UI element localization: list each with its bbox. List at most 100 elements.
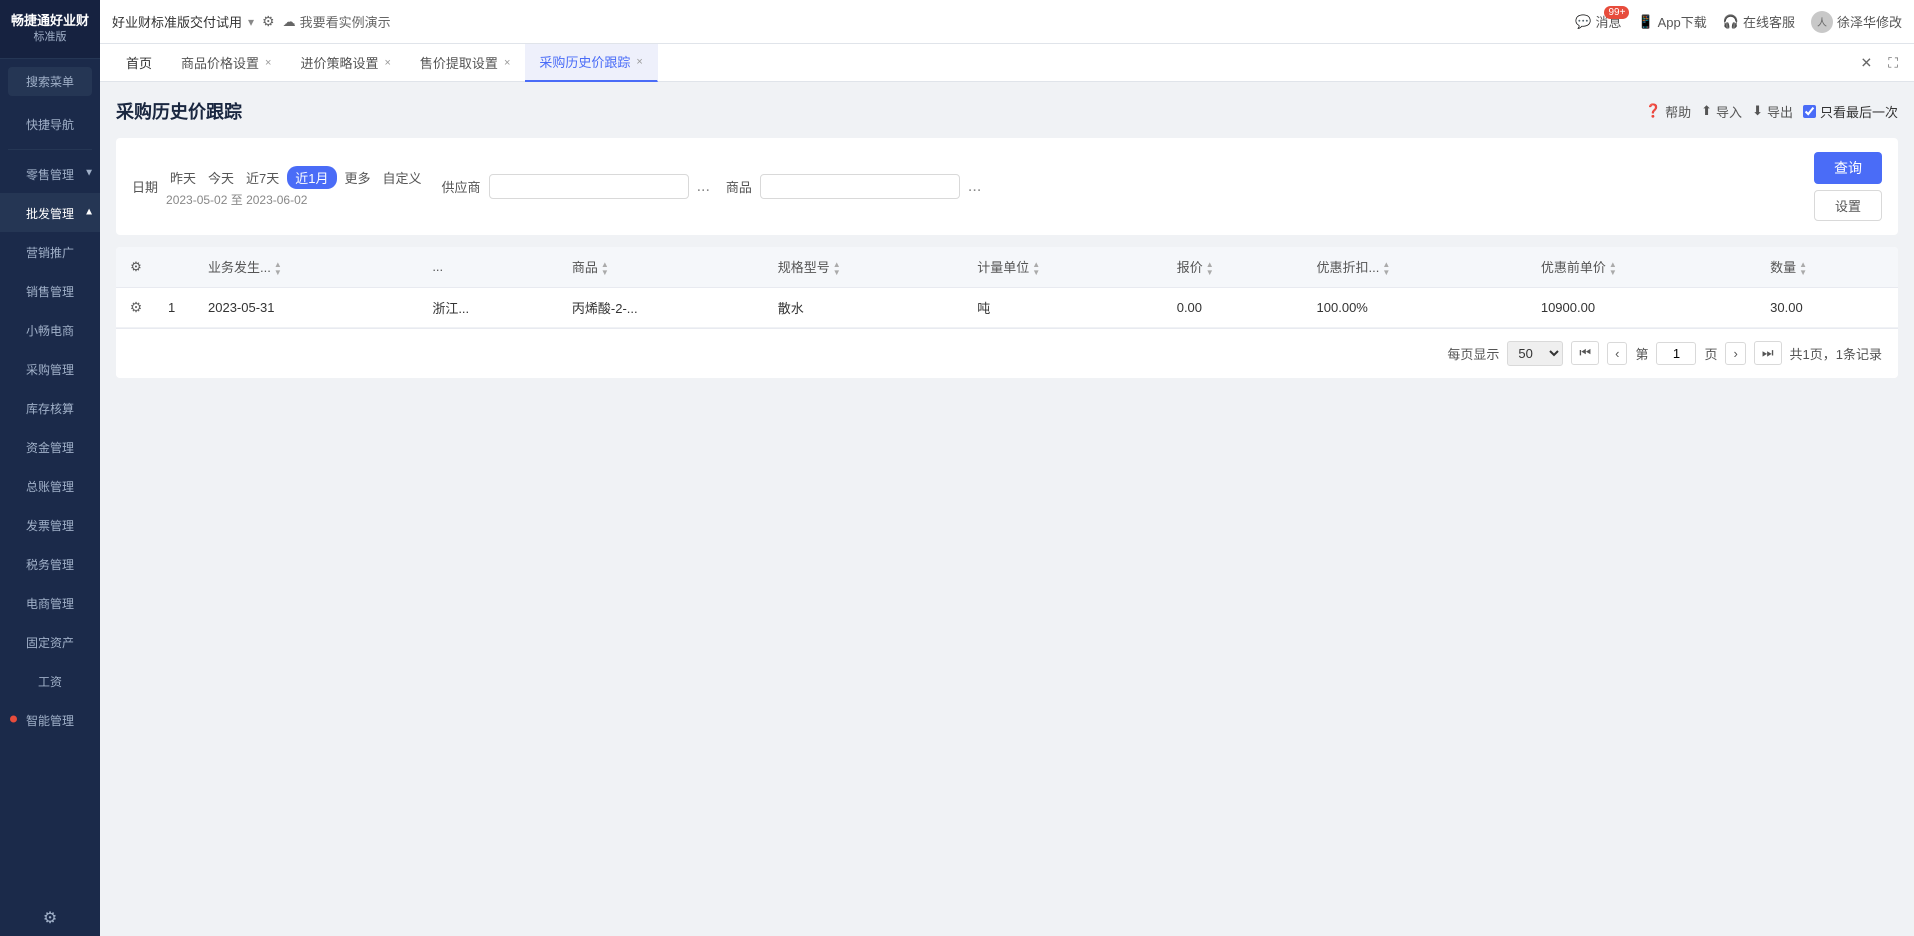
sidebar-item-1[interactable]: 批发管理▲	[0, 193, 100, 232]
tab-2[interactable]: 进价策略设置×	[286, 44, 405, 82]
date-option[interactable]: 近7天	[242, 166, 283, 189]
username-label: 徐泽华修改	[1837, 12, 1902, 31]
sidebar-item-6[interactable]: 库存核算	[0, 388, 100, 427]
first-page-button[interactable]: ⏮	[1571, 341, 1599, 365]
tab-close-button[interactable]: ×	[504, 57, 510, 69]
sidebar-item-label: 发票管理	[26, 517, 74, 534]
sidebar-item-label: 库存核算	[26, 400, 74, 417]
cell-col3: 浙江...	[420, 287, 560, 327]
app-download-button[interactable]: 📱 App下载	[1637, 12, 1706, 31]
help-icon: ❓	[1645, 103, 1661, 119]
data-table-container: ⚙业务发生...▲▼...商品▲▼规格型号▲▼计量单位▲▼报价▲▼优惠折扣...…	[116, 247, 1898, 378]
supplier-dots[interactable]: ...	[697, 178, 710, 196]
sidebar-item-9[interactable]: 发票管理	[0, 505, 100, 544]
sidebar-item-label: 总账管理	[26, 478, 74, 495]
avatar: 人	[1811, 11, 1833, 33]
date-option[interactable]: 自定义	[379, 166, 426, 189]
table-header-goods[interactable]: 商品▲▼	[560, 247, 766, 287]
import-icon: ⬆	[1701, 103, 1712, 119]
message-badge: 99+	[1604, 6, 1629, 19]
table-header-quote[interactable]: 报价▲▼	[1165, 247, 1305, 287]
table-header-date[interactable]: 业务发生...▲▼	[196, 247, 420, 287]
tab-0[interactable]: 首页	[112, 44, 167, 82]
goods-input[interactable]	[760, 174, 960, 199]
sidebar-item-label: 零售管理	[26, 166, 74, 183]
sidebar-item-3[interactable]: 销售管理	[0, 271, 100, 310]
online-service-button[interactable]: 🎧 在线客服	[1723, 12, 1795, 31]
tab-1[interactable]: 商品价格设置×	[167, 44, 286, 82]
table-header-qty[interactable]: 数量▲▼	[1758, 247, 1898, 287]
table-header-pre_price[interactable]: 优惠前单价▲▼	[1529, 247, 1758, 287]
sidebar-item-label: 税务管理	[26, 556, 74, 573]
tab-label: 采购历史价跟踪	[539, 52, 630, 71]
date-range-display: 2023-05-02 至 2023-06-02	[166, 191, 426, 208]
topbar-gear-icon[interactable]: ⚙	[262, 13, 275, 30]
message-button[interactable]: 💬 消息 99+	[1575, 12, 1621, 31]
table-header-spec[interactable]: 规格型号▲▼	[766, 247, 965, 287]
table-header-discount[interactable]: 优惠折扣...▲▼	[1305, 247, 1529, 287]
help-button[interactable]: ❓ 帮助	[1645, 102, 1691, 121]
prev-page-button[interactable]: ‹	[1607, 342, 1627, 365]
demo-label: 我要看实例演示	[300, 12, 391, 31]
sidebar-item-2[interactable]: 营销推广	[0, 232, 100, 271]
sidebar-item-13[interactable]: 工资	[0, 661, 100, 700]
date-option[interactable]: 昨天	[166, 166, 200, 189]
date-option[interactable]: 近1月	[287, 166, 336, 189]
sidebar-item-11[interactable]: 电商管理	[0, 583, 100, 622]
per-page-select[interactable]: 50 100 200	[1507, 341, 1563, 366]
app-logo: 畅捷通好业财 标准版	[0, 0, 100, 59]
sidebar-item-10[interactable]: 税务管理	[0, 544, 100, 583]
page-number-input[interactable]	[1656, 342, 1696, 365]
cell-gear[interactable]: ⚙	[116, 287, 156, 327]
sidebar-item-14[interactable]: 智能管理	[0, 700, 100, 739]
query-button[interactable]: 查询	[1814, 152, 1882, 184]
cloud-icon: ☁	[283, 14, 296, 30]
supplier-input[interactable]	[489, 174, 689, 199]
tabs-controls: ✕ ⛶	[1856, 52, 1902, 73]
next-page-button[interactable]: ›	[1725, 342, 1745, 365]
sidebar-item-0[interactable]: 零售管理 ▼	[0, 154, 100, 193]
search-menu-button[interactable]: 搜索菜单	[8, 67, 92, 96]
goods-dots[interactable]: ...	[968, 178, 981, 196]
sidebar-item-5[interactable]: 采购管理	[0, 349, 100, 388]
supplier-filter-group: 供应商 ...	[442, 174, 710, 199]
only-last-checkbox[interactable]	[1803, 105, 1816, 118]
tab-3[interactable]: 售价提取设置×	[406, 44, 525, 82]
page-label: 第	[1635, 344, 1648, 363]
sidebar-item-8[interactable]: 总账管理	[0, 466, 100, 505]
filter-settings-button[interactable]: 设置	[1814, 190, 1882, 221]
date-option[interactable]: 更多	[341, 166, 375, 189]
date-option[interactable]: 今天	[204, 166, 238, 189]
export-label: 导出	[1767, 102, 1793, 121]
goods-label: 商品	[726, 177, 752, 196]
close-tab-button[interactable]: ✕	[1856, 52, 1876, 73]
cell-unit: 吨	[965, 287, 1164, 327]
export-button[interactable]: ⬇ 导出	[1752, 102, 1793, 121]
tab-close-button[interactable]: ×	[384, 57, 390, 69]
edition-selector[interactable]: 好业财标准版交付试用 ▾	[112, 12, 254, 31]
sidebar-gear-icon[interactable]: ⚙	[8, 908, 92, 928]
sidebar-item-label: 固定资产	[26, 634, 74, 651]
sidebar-item-12[interactable]: 固定资产	[0, 622, 100, 661]
pagination: 每页显示 50 100 200 ⏮ ‹ 第 页 › ⏭ 共1页，1条记录	[116, 328, 1898, 378]
import-button[interactable]: ⬆ 导入	[1701, 102, 1742, 121]
maximize-tab-button[interactable]: ⛶	[1884, 52, 1902, 73]
last-page-button[interactable]: ⏭	[1754, 341, 1782, 365]
arrow-icon: ▼	[84, 168, 94, 179]
sidebar-item-7[interactable]: 资金管理	[0, 427, 100, 466]
tab-close-button[interactable]: ×	[265, 57, 271, 69]
tab-4[interactable]: 采购历史价跟踪 ×	[525, 44, 657, 82]
user-profile-button[interactable]: 人 徐泽华修改	[1811, 11, 1902, 33]
demo-button[interactable]: ☁ 我要看实例演示	[283, 12, 391, 31]
cell-qty: 30.00	[1758, 287, 1898, 327]
sidebar: 畅捷通好业财 标准版 搜索菜单 快捷导航 零售管理 ▼ 批发管理▲营销推广销售管理小…	[0, 0, 100, 936]
quick-nav-button[interactable]: 快捷导航	[8, 108, 92, 141]
export-icon: ⬇	[1752, 103, 1763, 119]
tabs-container: 首页商品价格设置×进价策略设置×售价提取设置× 采购历史价跟踪 ×	[112, 44, 658, 81]
page-header: 采购历史价跟踪 ❓ 帮助 ⬆ 导入 ⬇ 导出 只看最后一次	[116, 98, 1898, 124]
topbar-right: 💬 消息 99+ 📱 App下载 🎧 在线客服 人 徐泽华修改	[1575, 11, 1902, 33]
phone-icon: 📱	[1637, 14, 1653, 30]
table-header-unit[interactable]: 计量单位▲▼	[965, 247, 1164, 287]
sidebar-item-4[interactable]: 小畅电商	[0, 310, 100, 349]
tab-close-button[interactable]: ×	[636, 56, 642, 68]
